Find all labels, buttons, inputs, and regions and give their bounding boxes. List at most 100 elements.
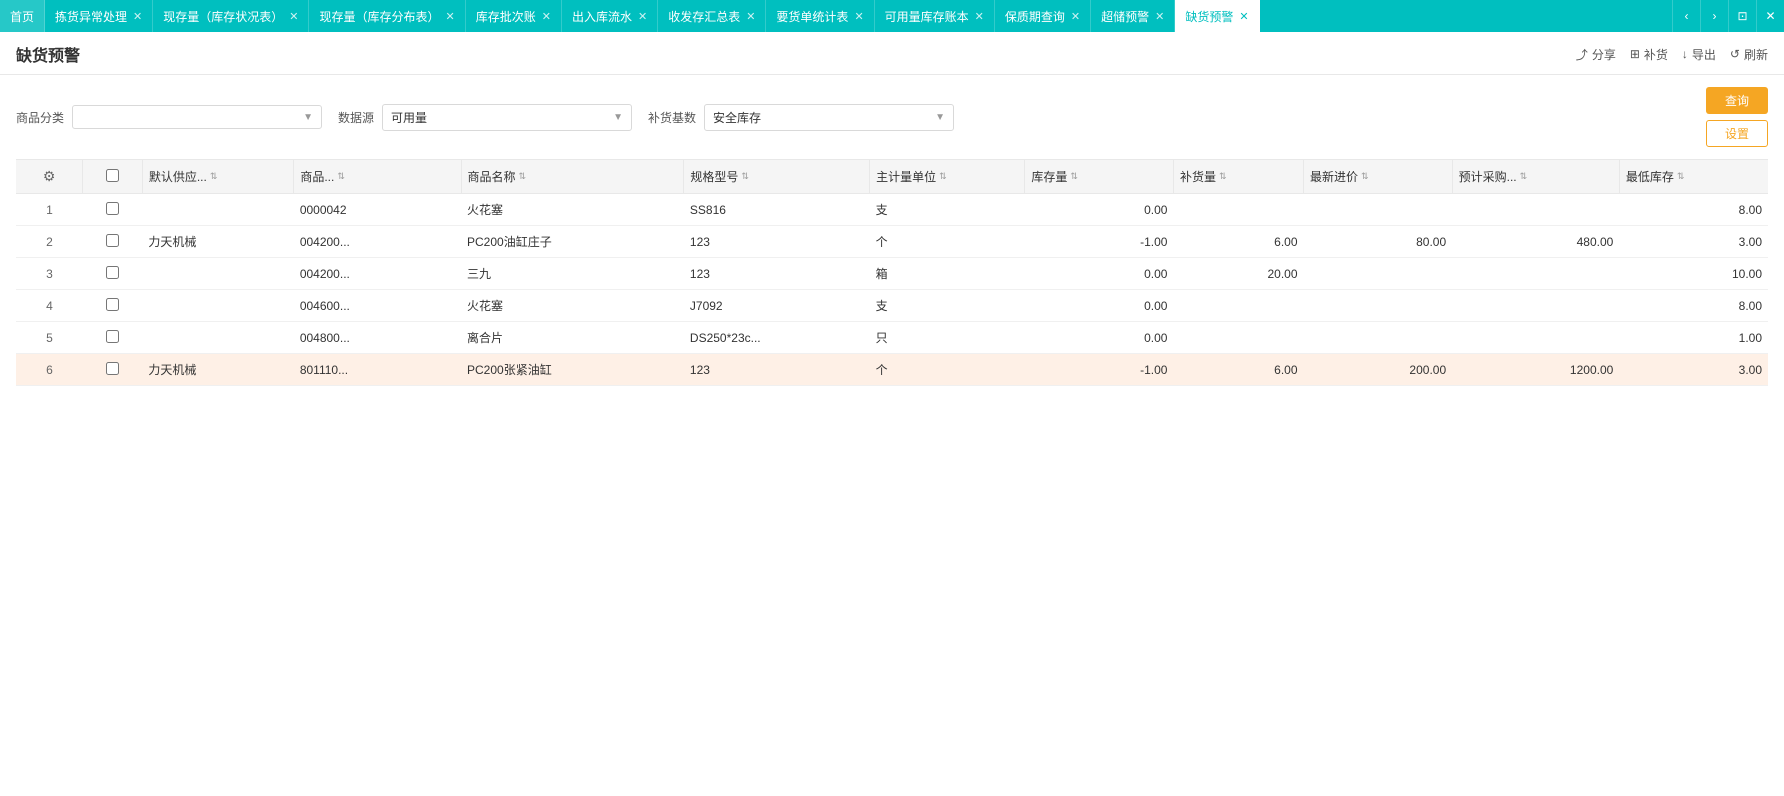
nav-tab-1[interactable]: 拣货异常处理✕ [45, 0, 153, 32]
row-unit: 只 [870, 322, 1025, 354]
nav-tab-7[interactable]: 要货单统计表✕ [766, 0, 874, 32]
nav-tab-4[interactable]: 库存批次账✕ [466, 0, 562, 32]
row-name: 离合片 [461, 322, 684, 354]
row-supplier [142, 258, 294, 290]
nav-tab-label: 收发存汇总表 [668, 8, 740, 25]
nav-restore-btn[interactable]: ⊡ [1728, 0, 1756, 32]
sort-replenish[interactable]: 补货量 ⇅ [1180, 168, 1297, 185]
column-settings[interactable]: ⚙ [16, 160, 83, 194]
select-all-checkbox[interactable] [106, 169, 119, 182]
category-select[interactable]: ▼ [72, 105, 322, 129]
row-spec: J7092 [684, 290, 870, 322]
sort-icon-10: ⇅ [1677, 171, 1685, 182]
filter-bar: 商品分类 ▼ 数据源 可用量 ▼ 补货基数 安全库存 ▼ 查询 设置 [0, 75, 1784, 159]
nav-prev-btn[interactable]: ‹ [1672, 0, 1700, 32]
table-row: 1 0000042 火花塞 SS816 支 0.00 8.00 [16, 194, 1768, 226]
nav-tab-close[interactable]: ✕ [133, 10, 142, 23]
row-spec: SS816 [684, 194, 870, 226]
refresh-label: 刷新 [1744, 46, 1768, 63]
col-header-stock: 库存量 ⇅ [1025, 160, 1174, 194]
nav-tab-10[interactable]: 超储预警✕ [1091, 0, 1175, 32]
row-supplier: 力天机械 [142, 354, 294, 386]
row-sku: 004600... [294, 290, 461, 322]
nav-next-btn[interactable]: › [1700, 0, 1728, 32]
nav-tab-close[interactable]: ✕ [854, 10, 863, 23]
row-forecast-purchase: 1200.00 [1452, 354, 1619, 386]
row-forecast-purchase [1452, 194, 1619, 226]
row-forecast-purchase: 480.00 [1452, 226, 1619, 258]
replenish-col-label: 补货量 [1180, 168, 1216, 185]
sort-unit[interactable]: 主计量单位 ⇅ [876, 168, 1018, 185]
row-checkbox[interactable] [106, 330, 119, 343]
stock-col-label: 库存量 [1031, 168, 1067, 185]
col-header-unit: 主计量单位 ⇅ [870, 160, 1025, 194]
row-min-stock: 8.00 [1619, 194, 1768, 226]
nav-tab-label: 缺货预警 [1185, 8, 1233, 25]
sort-icon-7: ⇅ [1219, 171, 1227, 182]
row-latest-price: 80.00 [1304, 226, 1453, 258]
sort-sku[interactable]: 商品... ⇅ [300, 168, 454, 185]
query-button[interactable]: 查询 [1706, 87, 1768, 114]
name-col-label: 商品名称 [468, 168, 516, 185]
nav-tab-5[interactable]: 出入库流水 ✕ [562, 0, 658, 32]
nav-tab-3[interactable]: 现存量（库存分布表）✕ [309, 0, 465, 32]
row-min-stock: 3.00 [1619, 226, 1768, 258]
share-btn[interactable]: ⤴ 分享 [1576, 46, 1616, 63]
sort-min-stock[interactable]: 最低库存 ⇅ [1626, 168, 1762, 185]
sort-supplier[interactable]: 默认供应... ⇅ [149, 168, 288, 185]
nav-tab-6[interactable]: 收发存汇总表 ✕ [658, 0, 766, 32]
replenish-base-select[interactable]: 安全库存 ▼ [704, 104, 954, 131]
row-latest-price [1304, 322, 1453, 354]
nav-tab-2[interactable]: 现存量（库存状况表） ✕ [153, 0, 309, 32]
sort-stock[interactable]: 库存量 ⇅ [1031, 168, 1167, 185]
chevron-down-icon: ▼ [303, 112, 313, 123]
nav-close-btn[interactable]: ✕ [1756, 0, 1784, 32]
nav-tab-close[interactable]: ✕ [542, 10, 551, 23]
row-checkbox[interactable] [106, 266, 119, 279]
row-sku: 801110... [294, 354, 461, 386]
row-forecast-purchase [1452, 322, 1619, 354]
row-checkbox-cell [83, 226, 142, 258]
nav-tab-close[interactable]: ✕ [1155, 10, 1164, 23]
refresh-btn[interactable]: ↺ 刷新 [1730, 46, 1768, 63]
nav-tab-label: 出入库流水 [572, 8, 632, 25]
table-row: 3 004200... 三九 123 箱 0.00 20.00 10.00 [16, 258, 1768, 290]
sort-forecast[interactable]: 预计采购... ⇅ [1459, 168, 1613, 185]
row-checkbox[interactable] [106, 202, 119, 215]
row-latest-price [1304, 194, 1453, 226]
row-checkbox[interactable] [106, 298, 119, 311]
nav-tab-close[interactable]: ✕ [1071, 10, 1080, 23]
nav-tab-0[interactable]: 首页 [0, 0, 45, 32]
replenish-btn[interactable]: ⊞ 补货 [1630, 46, 1668, 63]
sort-icon-6: ⇅ [1070, 171, 1078, 182]
nav-tab-close[interactable]: ✕ [1239, 10, 1248, 23]
nav-tab-close[interactable]: ✕ [746, 10, 755, 23]
page-header: 缺货预警 ⤴ 分享 ⊞ 补货 ↓ 导出 ↺ 刷新 [0, 32, 1784, 75]
row-name: PC200张紧油缸 [461, 354, 684, 386]
nav-tab-close[interactable]: ✕ [975, 10, 984, 23]
gear-icon[interactable]: ⚙ [43, 168, 56, 184]
nav-tab-8[interactable]: 可用量库存账本✕ [875, 0, 995, 32]
nav-tab-11[interactable]: 缺货预警 ✕ [1175, 0, 1259, 32]
chevron-down-icon-3: ▼ [935, 112, 945, 123]
nav-tab-label: 现存量（库存状况表） [163, 8, 283, 25]
settings-button[interactable]: 设置 [1706, 120, 1768, 147]
row-checkbox[interactable] [106, 234, 119, 247]
datasource-select[interactable]: 可用量 ▼ [382, 104, 632, 131]
export-btn[interactable]: ↓ 导出 [1682, 46, 1716, 63]
row-index: 2 [16, 226, 83, 258]
sort-spec[interactable]: 规格型号 ⇅ [690, 168, 863, 185]
row-replenish: 6.00 [1173, 354, 1303, 386]
share-label: 分享 [1592, 46, 1616, 63]
nav-tab-close[interactable]: ✕ [289, 10, 298, 23]
row-spec: 123 [684, 354, 870, 386]
nav-tab-close[interactable]: ✕ [446, 10, 455, 23]
nav-tab-9[interactable]: 保质期查询✕ [995, 0, 1091, 32]
unit-col-label: 主计量单位 [876, 168, 936, 185]
row-replenish [1173, 290, 1303, 322]
sort-name[interactable]: 商品名称 ⇅ [468, 168, 678, 185]
nav-tab-close[interactable]: ✕ [638, 10, 647, 23]
sort-price[interactable]: 最新进价 ⇅ [1310, 168, 1446, 185]
sort-icon-9: ⇅ [1520, 171, 1528, 182]
row-checkbox[interactable] [106, 362, 119, 375]
